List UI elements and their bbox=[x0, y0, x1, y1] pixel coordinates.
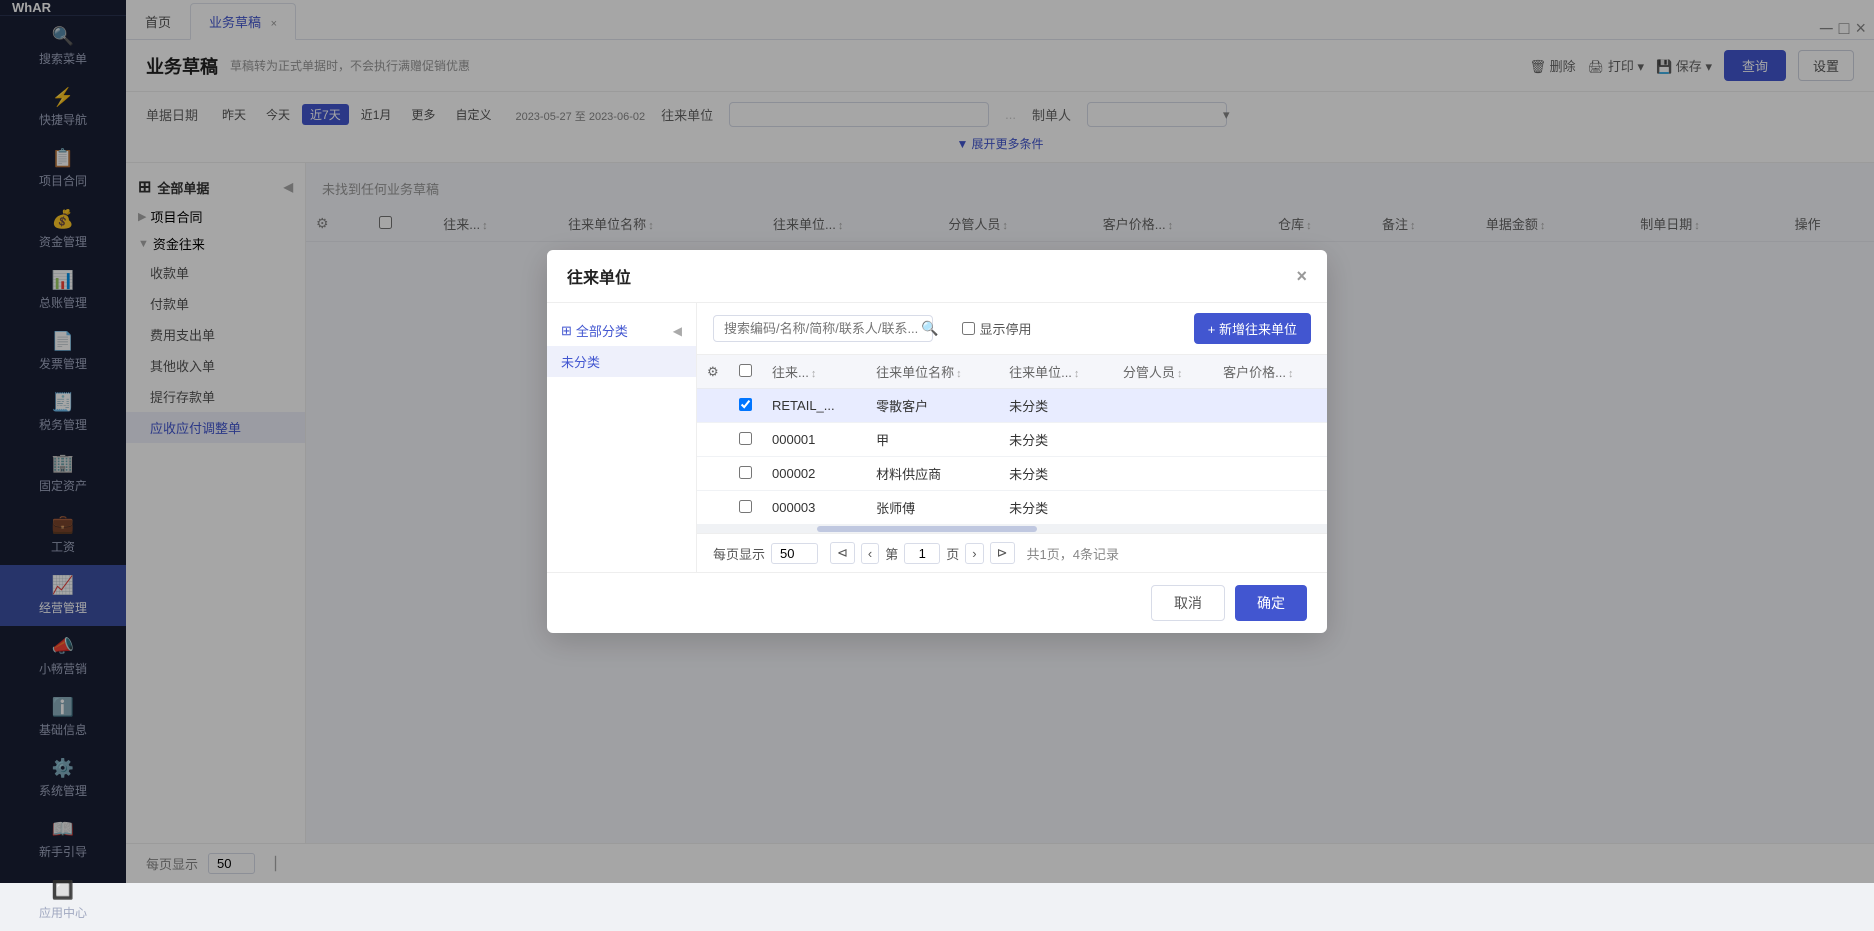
dialog-search-input[interactable] bbox=[713, 315, 933, 342]
row-checkbox-cell[interactable] bbox=[729, 491, 762, 525]
settings-icon: ⚙ bbox=[707, 364, 719, 379]
grid-icon-small: ⊞ bbox=[561, 323, 572, 339]
show-disabled-checkbox[interactable] bbox=[962, 322, 975, 335]
dialog-col-manager[interactable]: 分管人员↕ bbox=[1113, 355, 1213, 389]
row-manager-cell bbox=[1113, 491, 1213, 525]
row-settings-cell bbox=[697, 423, 729, 457]
page-label-pre: 第 bbox=[885, 544, 898, 563]
row-checkbox-cell[interactable] bbox=[729, 457, 762, 491]
confirm-button[interactable]: 确定 bbox=[1235, 585, 1307, 621]
row-name-cell: 零散客户 bbox=[866, 389, 999, 423]
dialog-main: 🔍 显示停用 + 新增往来单位 ⚙ 往来...↕ bbox=[697, 303, 1327, 572]
dialog-table-wrap: ⚙ 往来...↕ 往来单位名称↕ 往来单位...↕ 分管人员↕ 客户价格...↕ bbox=[697, 355, 1327, 525]
dialog-header: 往来单位 × bbox=[547, 250, 1327, 303]
show-disabled-label: 显示停用 bbox=[962, 319, 1031, 338]
dialog-table: ⚙ 往来...↕ 往来单位名称↕ 往来单位...↕ 分管人员↕ 客户价格...↕ bbox=[697, 355, 1327, 525]
dialog-toolbar: 🔍 显示停用 + 新增往来单位 bbox=[697, 303, 1327, 355]
row-checkbox[interactable] bbox=[739, 500, 752, 513]
dialog-table-row[interactable]: 000003 张师傅 未分类 bbox=[697, 491, 1327, 525]
row-code-cell: 000001 bbox=[762, 423, 866, 457]
dialog-table-row[interactable]: RETAIL_... 零散客户 未分类 bbox=[697, 389, 1327, 423]
page-number-input[interactable] bbox=[904, 543, 940, 564]
cancel-button[interactable]: 取消 bbox=[1151, 585, 1225, 621]
row-name-cell: 甲 bbox=[866, 423, 999, 457]
row-checkbox[interactable] bbox=[739, 432, 752, 445]
dialog-col-code[interactable]: 往来...↕ bbox=[762, 355, 866, 389]
dialog-col-category[interactable]: 往来单位...↕ bbox=[999, 355, 1113, 389]
sidebar-item-label: 应用中心 bbox=[39, 904, 87, 921]
total-info: 共1页，4条记录 bbox=[1027, 544, 1119, 563]
dialog-close-button[interactable]: × bbox=[1296, 267, 1307, 285]
search-icon[interactable]: 🔍 bbox=[915, 320, 944, 337]
row-price-cell bbox=[1213, 491, 1327, 525]
row-code-cell: RETAIL_... bbox=[762, 389, 866, 423]
row-manager-cell bbox=[1113, 389, 1213, 423]
first-page-button[interactable]: ⊲ bbox=[830, 542, 855, 564]
dialog-sidebar-unclassified[interactable]: 未分类 bbox=[547, 346, 696, 377]
row-manager-cell bbox=[1113, 423, 1213, 457]
last-page-button[interactable]: ⊳ bbox=[990, 542, 1015, 564]
next-page-button[interactable]: › bbox=[965, 543, 983, 564]
row-price-cell bbox=[1213, 423, 1327, 457]
row-name-cell: 材料供应商 bbox=[866, 457, 999, 491]
row-name-cell: 张师傅 bbox=[866, 491, 999, 525]
dialog-col-settings[interactable]: ⚙ bbox=[697, 355, 729, 389]
row-category-cell: 未分类 bbox=[999, 389, 1113, 423]
dialog-footer: 取消 确定 bbox=[547, 572, 1327, 633]
row-settings-cell bbox=[697, 389, 729, 423]
dialog-col-name[interactable]: 往来单位名称↕ bbox=[866, 355, 999, 389]
partner-dialog: 往来单位 × ⊞ 全部分类 ◀ 未分类 🔍 bbox=[547, 250, 1327, 633]
dialog-scrollbar[interactable] bbox=[697, 525, 1327, 533]
apps-icon: 🔲 bbox=[52, 880, 74, 901]
dialog-col-checkbox[interactable] bbox=[729, 355, 762, 389]
dialog-body: ⊞ 全部分类 ◀ 未分类 🔍 显示停用 + 新增往来单位 bbox=[547, 303, 1327, 572]
dialog-pagination: 每页显示 50 ⊲ ‹ 第 页 › ⊳ 共1页，4条记录 bbox=[697, 533, 1327, 572]
row-checkbox-cell[interactable] bbox=[729, 389, 762, 423]
dialog-scrollbar-thumb[interactable] bbox=[817, 526, 1037, 532]
row-code-cell: 000002 bbox=[762, 457, 866, 491]
row-price-cell bbox=[1213, 457, 1327, 491]
row-settings-cell bbox=[697, 491, 729, 525]
dialog-table-row[interactable]: 000001 甲 未分类 bbox=[697, 423, 1327, 457]
row-category-cell: 未分类 bbox=[999, 457, 1113, 491]
add-partner-button[interactable]: + 新增往来单位 bbox=[1194, 313, 1311, 344]
row-price-cell bbox=[1213, 389, 1327, 423]
dialog-page-size-select[interactable]: 50 bbox=[771, 543, 818, 564]
row-category-cell: 未分类 bbox=[999, 423, 1113, 457]
dialog-col-price[interactable]: 客户价格...↕ bbox=[1213, 355, 1327, 389]
per-page-label: 每页显示 bbox=[713, 544, 765, 563]
row-code-cell: 000003 bbox=[762, 491, 866, 525]
row-checkbox-cell[interactable] bbox=[729, 423, 762, 457]
row-manager-cell bbox=[1113, 457, 1213, 491]
page-unit: 页 bbox=[946, 544, 959, 563]
row-checkbox[interactable] bbox=[739, 398, 752, 411]
dialog-table-row[interactable]: 000002 材料供应商 未分类 bbox=[697, 457, 1327, 491]
row-checkbox[interactable] bbox=[739, 466, 752, 479]
dialog-overlay[interactable]: 往来单位 × ⊞ 全部分类 ◀ 未分类 🔍 bbox=[0, 0, 1874, 883]
dialog-sidebar: ⊞ 全部分类 ◀ 未分类 bbox=[547, 303, 697, 572]
row-settings-cell bbox=[697, 457, 729, 491]
prev-page-button[interactable]: ‹ bbox=[861, 543, 879, 564]
row-category-cell: 未分类 bbox=[999, 491, 1113, 525]
dialog-select-all-checkbox[interactable] bbox=[739, 364, 752, 377]
dialog-sidebar-all-label[interactable]: ⊞ 全部分类 ◀ bbox=[547, 315, 696, 346]
dialog-title: 往来单位 bbox=[567, 264, 631, 288]
dialog-sidebar-collapse-icon[interactable]: ◀ bbox=[673, 324, 682, 338]
